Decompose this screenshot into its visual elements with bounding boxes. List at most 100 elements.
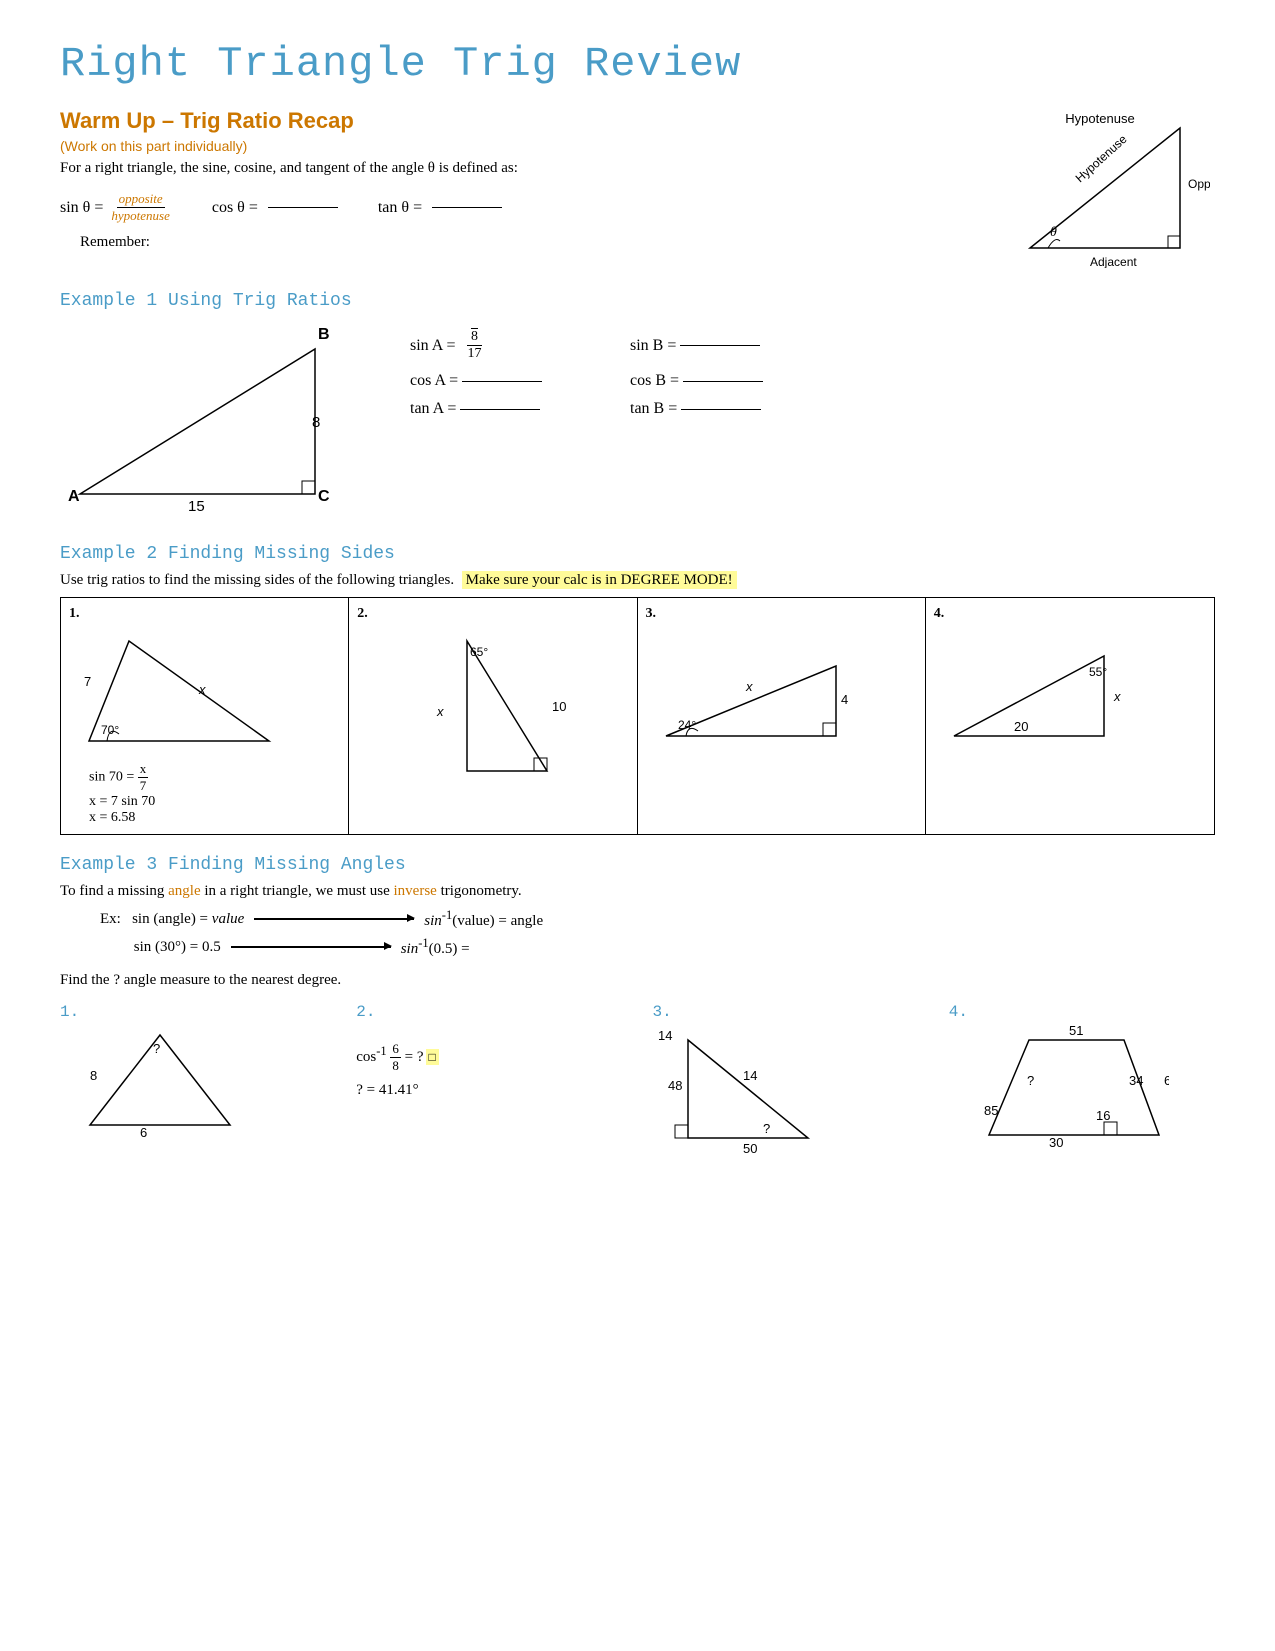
inverse-result-1: sin-1(value) = angle [424, 908, 543, 930]
svg-text:x: x [1113, 689, 1121, 704]
svg-text:A: A [68, 488, 80, 505]
main-title: Right Triangle Trig Review [60, 40, 1215, 88]
sin-b-label: sin B = [630, 337, 676, 355]
cell1-formula3: x = 6.58 [89, 810, 340, 826]
warmup-subtitle: (Work on this part individually) [60, 138, 995, 154]
svg-text:51: 51 [1069, 1025, 1083, 1038]
warmup-description: For a right triangle, the sine, cosine, … [60, 160, 995, 177]
svg-text:34: 34 [1129, 1073, 1143, 1088]
svg-text:14: 14 [658, 1028, 672, 1043]
example2-grid: 1. 70° 7 x sin 70 = x7 x = 7 sin 70 x = … [60, 597, 1215, 835]
svg-text:Opposite: Opposite [1188, 177, 1210, 191]
ex2-left: sin (30°) = 0.5 [100, 939, 221, 956]
svg-text:30: 30 [1049, 1135, 1063, 1150]
svg-text:x: x [198, 682, 206, 697]
cos-a-label: cos A = [410, 372, 458, 390]
svg-text:4: 4 [841, 692, 848, 707]
svg-text:48: 48 [668, 1078, 682, 1093]
cell-3-num: 3. [646, 606, 917, 622]
svg-text:θ: θ [1050, 225, 1057, 240]
sin-numerator: opposite [117, 191, 165, 208]
angle-cell-3: 3. 48 50 14 ? 14 [653, 1003, 919, 1170]
example3-section: To find a missing angle in a right trian… [60, 883, 1215, 1170]
example3-title: Example 3 Finding Missing Angles [60, 855, 1215, 875]
svg-text:7: 7 [84, 674, 91, 689]
example2-cell-3: 3. 24° 4 x [638, 598, 926, 834]
ex-label: Ex: sin (angle) = value [100, 911, 244, 928]
example1-title: Example 1 Using Trig Ratios [60, 291, 1215, 311]
angle-cell-4: 4. 51 34 ? 68 30 85 16 [949, 1003, 1215, 1170]
inverse-row-1: Ex: sin (angle) = value sin-1(value) = a… [100, 908, 1215, 930]
missing-angles-grid: 1. 8 6 ? 2. cos-1 68 = ?□ ? = 41.41° 3. [60, 1003, 1215, 1170]
svg-text:68: 68 [1164, 1073, 1169, 1088]
trig-row-cos: cos A = cos B = [410, 372, 1215, 390]
cell-4-num: 4. [934, 606, 1206, 622]
triangle-diagram: Hypotenuse Hypotenuse Opposite Adjacent … [995, 108, 1215, 273]
svg-text:C: C [318, 488, 330, 505]
angle-cell-1-label: 1. [60, 1003, 326, 1021]
degree-mode-text: Make sure your calc is in DEGREE MODE! [462, 571, 737, 589]
cell4-triangle-svg: 55° 20 x [934, 626, 1154, 756]
svg-text:x: x [745, 679, 753, 694]
warmup-title: Warm Up – Trig Ratio Recap [60, 108, 995, 134]
trig-row-sin: sin A = 8 17 sin B = [410, 329, 1215, 362]
sin-a-denominator: 17 [463, 346, 485, 362]
cell2-triangle-svg: 65° 10 x [357, 626, 577, 781]
angle-cell-3-label: 3. [653, 1003, 919, 1021]
svg-text:Hypotenuse: Hypotenuse [1073, 132, 1130, 185]
example2-description: Use trig ratios to find the missing side… [60, 572, 1215, 589]
example3-description: To find a missing angle in a right trian… [60, 883, 1215, 900]
angle3-svg: 48 50 14 ? 14 [653, 1025, 853, 1165]
sin-b-entry: sin B = [630, 337, 810, 355]
cell-1-num: 1. [69, 606, 340, 622]
svg-text:8: 8 [90, 1068, 97, 1083]
remember-label: Remember: [80, 234, 995, 251]
find-angle-label: Find the ? angle measure to the nearest … [60, 972, 1215, 989]
svg-text:24°: 24° [678, 718, 696, 732]
sin-label: sin θ = [60, 199, 103, 217]
warmup-section: Warm Up – Trig Ratio Recap (Work on this… [60, 108, 1215, 273]
svg-text:?: ? [763, 1121, 770, 1136]
angle-cell-2: 2. cos-1 68 = ?□ ? = 41.41° [356, 1003, 622, 1163]
sin-formula: sin θ = opposite hypotenuse [60, 191, 172, 224]
svg-text:8: 8 [312, 414, 320, 431]
tan-formula: tan θ = [378, 199, 502, 217]
svg-text:?: ? [1027, 1073, 1034, 1088]
cell1-formula: sin 70 = x7 [89, 761, 340, 794]
svg-text:10: 10 [552, 699, 566, 714]
cos-label: cos θ = [212, 199, 258, 217]
example2-cell-4: 4. 55° 20 x [926, 598, 1214, 834]
angle-cell-1: 1. 8 6 ? [60, 1003, 326, 1163]
angle2-formula: cos-1 68 = ?□ [356, 1041, 622, 1074]
tan-label: tan θ = [378, 199, 422, 217]
angle-cell-4-label: 4. [949, 1003, 1215, 1021]
cos-a-entry: cos A = [410, 372, 590, 390]
cos-b-label: cos B = [630, 372, 679, 390]
angle4-svg: 51 34 ? 68 30 85 16 [949, 1025, 1169, 1165]
example2-title: Example 2 Finding Missing Sides [60, 544, 1215, 564]
example1-container: A B C 8 15 sin A = 8 17 sin B = cos [60, 319, 1215, 524]
cos-b-entry: cos B = [630, 372, 810, 390]
cell3-triangle-svg: 24° 4 x [646, 626, 866, 756]
svg-text:65°: 65° [470, 645, 488, 659]
cos-formula: cos θ = [212, 199, 338, 217]
angle-cell-2-label: 2. [356, 1003, 622, 1021]
svg-text:Adjacent: Adjacent [1090, 255, 1137, 268]
svg-text:14: 14 [743, 1068, 757, 1083]
inverse-row-2: sin (30°) = 0.5 sin-1(0.5) = [100, 936, 1215, 958]
svg-text:15: 15 [188, 498, 205, 515]
tan-a-entry: tan A = [410, 400, 590, 418]
cell1-formula2: x = 7 sin 70 [89, 794, 340, 810]
sin-a-entry: sin A = 8 17 [410, 329, 590, 362]
cell1-triangle-svg: 70° 7 x [69, 626, 289, 756]
svg-text:85: 85 [984, 1103, 998, 1118]
cell-2-num: 2. [357, 606, 628, 622]
svg-text:55°: 55° [1089, 665, 1107, 679]
example1-triangle: A B C 8 15 [60, 319, 380, 524]
svg-text:16: 16 [1096, 1108, 1110, 1123]
svg-text:70°: 70° [101, 723, 119, 737]
tan-a-label: tan A = [410, 400, 456, 418]
inverse-result-2: sin-1(0.5) = [401, 936, 470, 958]
example1-ratios: sin A = 8 17 sin B = cos A = cos B = [410, 319, 1215, 418]
svg-text:Hypotenuse: Hypotenuse [1065, 111, 1134, 126]
